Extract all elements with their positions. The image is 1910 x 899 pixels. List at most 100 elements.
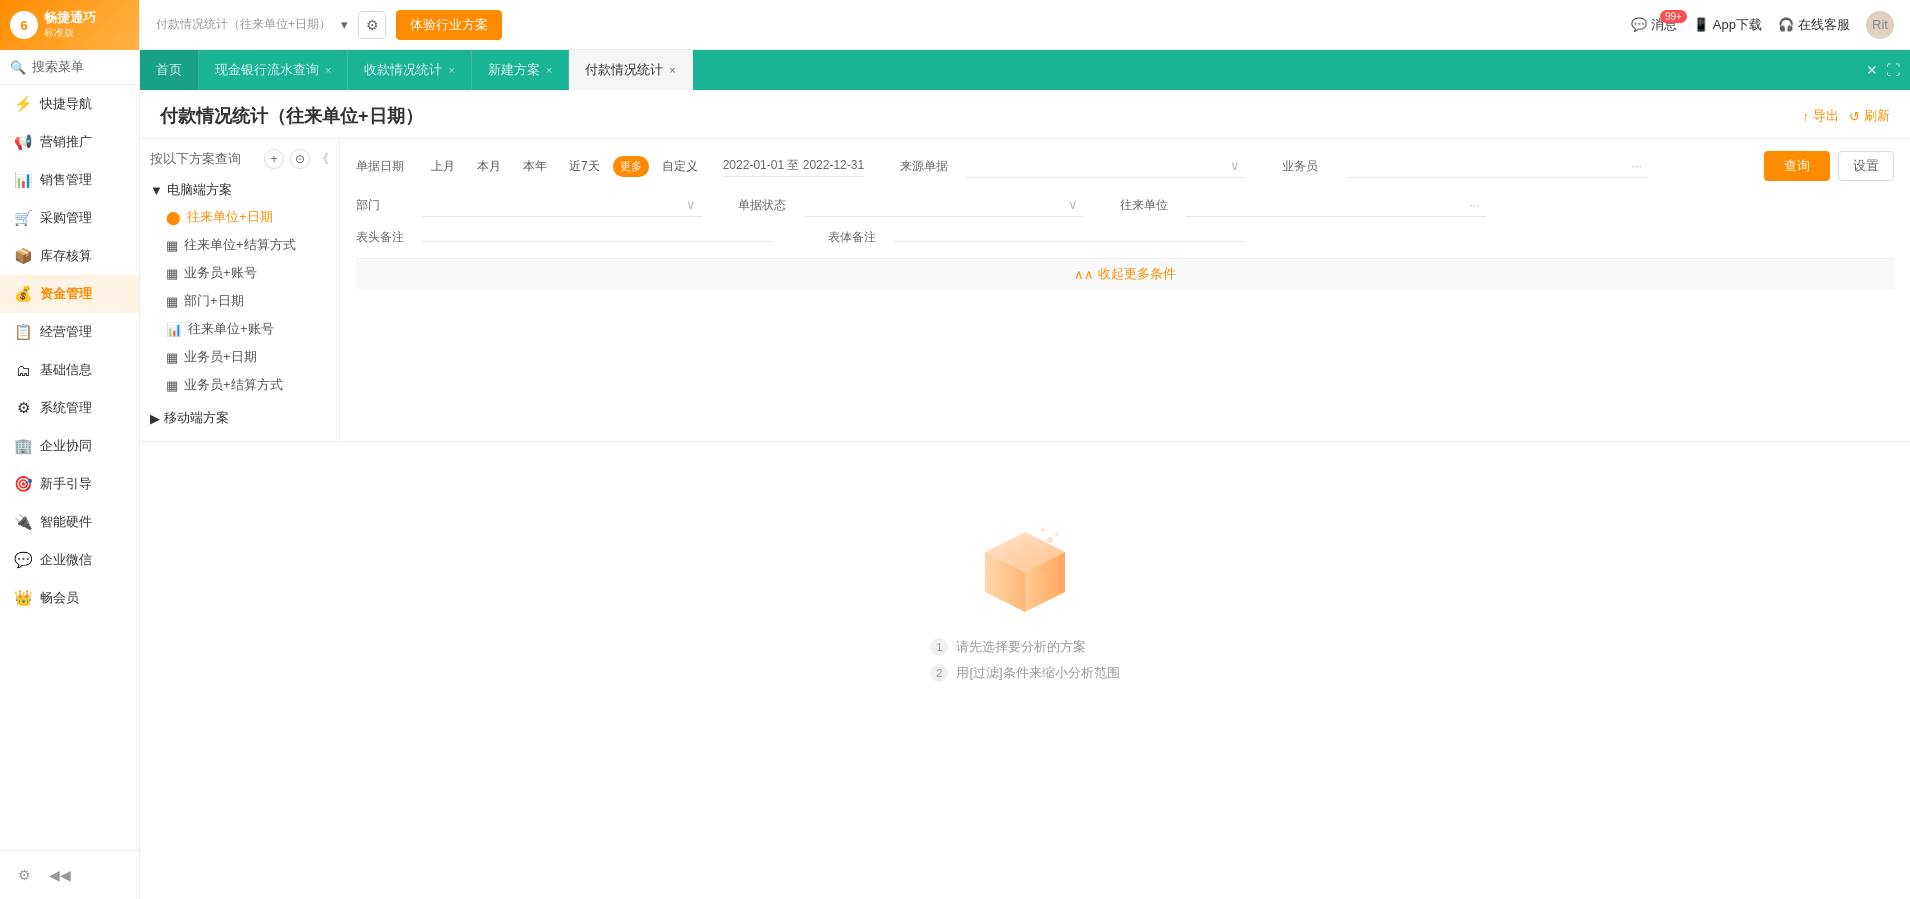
export-btn[interactable]: ↑ 导出 (1803, 107, 1840, 125)
date-label: 单据日期 (356, 158, 406, 175)
this-month-btn[interactable]: 本月 (468, 155, 510, 178)
close-all-tabs-btn[interactable]: ✕ (1866, 62, 1878, 78)
scheme-add-btn[interactable]: + (264, 149, 284, 169)
user-avatar[interactable]: Rit (1866, 11, 1894, 39)
filter-settings-btn[interactable]: 设置 (1838, 151, 1894, 181)
collapse-more-btn[interactable]: ∧∧ 收起更多条件 (356, 258, 1894, 289)
sidebar-settings-btn[interactable]: ⚙ (10, 861, 38, 889)
wechat-icon: 💬 (14, 551, 32, 569)
body-remark-label: 表体备注 (828, 229, 878, 246)
notifications-btn[interactable]: 💬 消息 99+ (1631, 16, 1677, 34)
staff-select[interactable]: ··· (1348, 154, 1648, 178)
sidebar-item-wechat[interactable]: 💬 企业微信 (0, 541, 139, 579)
tab-new-plan[interactable]: 新建方案 × (472, 50, 569, 90)
scheme-item-staff-settlement[interactable]: ▦ 业务员+结算方式 (160, 371, 329, 399)
sidebar-item-finance[interactable]: 💰 资金管理 (0, 275, 139, 313)
sidebar-item-quick-nav[interactable]: ⚡ 快捷导航 (0, 85, 139, 123)
partner-select[interactable]: ··· (1186, 193, 1486, 217)
page-actions: ↑ 导出 ↺ 刷新 (1803, 107, 1891, 125)
custom-date-btn[interactable]: 自定义 (653, 155, 707, 178)
last-7-days-btn[interactable]: 近7天 (560, 155, 609, 178)
topbar-dropdown-btn[interactable]: ▾ (341, 17, 348, 32)
sidebar-item-basic[interactable]: 🗂 基础信息 (0, 351, 139, 389)
more-dates-btn[interactable]: 更多 (613, 156, 649, 177)
scheme-item-icon: ▦ (166, 350, 178, 365)
date-range-input[interactable]: 2022-01-01 至 2022-12-31 (723, 155, 864, 177)
scheme-item-icon: ▦ (166, 266, 178, 281)
topbar-right: 💬 消息 99+ 📱 App下载 🎧 在线客服 Rit (1631, 11, 1894, 39)
scheme-settings-btn[interactable]: ⊙ (290, 149, 310, 169)
sidebar: 6 畅捷通巧 标准版 🔍 搜索菜单 ⚡ 快捷导航 📢 营销推广 📊 销售管理 🛒… (0, 0, 140, 899)
body-remark-input[interactable] (894, 233, 1244, 242)
sidebar-item-label: 畅会员 (40, 589, 79, 607)
sidebar-item-purchase[interactable]: 🛒 采购管理 (0, 199, 139, 237)
last-month-btn[interactable]: 上月 (422, 155, 464, 178)
scheme-items: ⬤ 往来单位+日期 ▦ 往来单位+结算方式 ▦ 业务员+账号 (150, 203, 329, 399)
chevron-up-icon: ∧∧ (1074, 267, 1094, 282)
expand-tabs-btn[interactable]: ⛶ (1886, 62, 1900, 78)
dept-select[interactable]: ∨ (422, 193, 702, 217)
empty-hint-2: 2 用[过滤]条件来缩小分析范围 (930, 664, 1119, 682)
this-year-btn[interactable]: 本年 (514, 155, 556, 178)
sidebar-item-inventory[interactable]: 📦 库存核算 (0, 237, 139, 275)
scheme-item-staff-date[interactable]: ▦ 业务员+日期 (160, 343, 329, 371)
content-inner: 付款情况统计（往来单位+日期） ↑ 导出 ↺ 刷新 (140, 90, 1910, 899)
scheme-mobile-group-title[interactable]: ▶ 移动端方案 (150, 405, 329, 431)
scheme-item-active-icon: ⬤ (166, 210, 181, 225)
sidebar-item-guide[interactable]: 🎯 新手引导 (0, 465, 139, 503)
page-title: 付款情况统计（往来单位+日期） (160, 104, 423, 128)
filter-right-area: 单据日期 上月 本月 本年 近7天 更多 自定义 2022-01-01 至 20… (340, 139, 1910, 441)
sidebar-item-hardware[interactable]: 🔌 智能硬件 (0, 503, 139, 541)
chevron-right-icon: ▶ (150, 411, 160, 426)
scheme-item-icon: ▦ (166, 378, 178, 393)
sidebar-item-label: 企业协同 (40, 437, 92, 455)
sidebar-item-sales[interactable]: 📊 销售管理 (0, 161, 139, 199)
tab-new-plan-close[interactable]: × (546, 64, 552, 76)
search-menu[interactable]: 🔍 搜索菜单 (0, 50, 139, 85)
refresh-btn[interactable]: ↺ 刷新 (1849, 107, 1890, 125)
sidebar-item-system[interactable]: ⚙ 系统管理 (0, 389, 139, 427)
scheme-item-partner-settlement[interactable]: ▦ 往来单位+结算方式 (160, 231, 329, 259)
svg-point-3 (1047, 537, 1053, 543)
scheme-item-dept-date[interactable]: ▦ 部门+日期 (160, 287, 329, 315)
scheme-item-staff-account[interactable]: ▦ 业务员+账号 (160, 259, 329, 287)
scheme-header: 按以下方案查询 + ⊙ 《 (140, 149, 339, 177)
scheme-mobile-group: ▶ 移动端方案 (140, 405, 339, 431)
tab-bank-flow-close[interactable]: × (325, 64, 331, 76)
tab-payment-stats[interactable]: 付款情况统计 × (569, 50, 692, 90)
voucher-status-arrow: ∨ (1068, 197, 1078, 212)
trial-btn[interactable]: 体验行业方案 (396, 10, 502, 40)
sidebar-item-operation[interactable]: 📋 经营管理 (0, 313, 139, 351)
online-service-btn[interactable]: 🎧 在线客服 (1778, 16, 1850, 34)
sidebar-item-member[interactable]: 👑 畅会员 (0, 579, 139, 617)
sidebar-item-label: 经营管理 (40, 323, 92, 341)
hardware-icon: 🔌 (14, 513, 32, 531)
scheme-item-partner-account[interactable]: 📊 往来单位+账号 (160, 315, 329, 343)
scheme-collapse-btn[interactable]: 《 (316, 150, 329, 168)
tab-home[interactable]: 首页 (140, 50, 199, 90)
tabbar-controls: ✕ ⛶ (1856, 50, 1910, 90)
sidebar-collapse-btn[interactable]: ◀◀ (46, 861, 74, 889)
scheme-item-partner-date[interactable]: ⬤ 往来单位+日期 (160, 203, 329, 231)
source-select[interactable]: ∨ (966, 154, 1246, 178)
header-remark-input[interactable] (422, 233, 772, 242)
tab-payment-stats-close[interactable]: × (669, 64, 675, 76)
tab-home-label: 首页 (156, 61, 182, 79)
scheme-desktop-group-title[interactable]: ▼ 电脑端方案 (150, 177, 329, 203)
tab-receipt-stats-close[interactable]: × (448, 64, 454, 76)
empty-hints: 1 请先选择要分析的方案 2 用[过滤]条件来缩小分析范围 (930, 638, 1119, 682)
tab-bank-flow[interactable]: 现金银行流水查询 × (199, 50, 348, 90)
sidebar-item-marketing[interactable]: 📢 营销推广 (0, 123, 139, 161)
export-icon: ↑ (1803, 109, 1810, 124)
tab-payment-stats-label: 付款情况统计 (585, 61, 663, 79)
app-download-btn[interactable]: 📱 App下载 (1693, 16, 1762, 34)
sidebar-item-label: 新手引导 (40, 475, 92, 493)
sidebar-item-label: 销售管理 (40, 171, 92, 189)
sidebar-item-enterprise[interactable]: 🏢 企业协同 (0, 427, 139, 465)
query-btn[interactable]: 查询 (1764, 151, 1830, 181)
tab-receipt-stats[interactable]: 收款情况统计 × (348, 50, 471, 90)
sidebar-item-label: 系统管理 (40, 399, 92, 417)
filter-row-3: 表头备注 表体备注 (356, 229, 1894, 246)
voucher-status-select[interactable]: ∨ (804, 193, 1084, 217)
topbar-settings-btn[interactable]: ⚙ (358, 11, 386, 39)
